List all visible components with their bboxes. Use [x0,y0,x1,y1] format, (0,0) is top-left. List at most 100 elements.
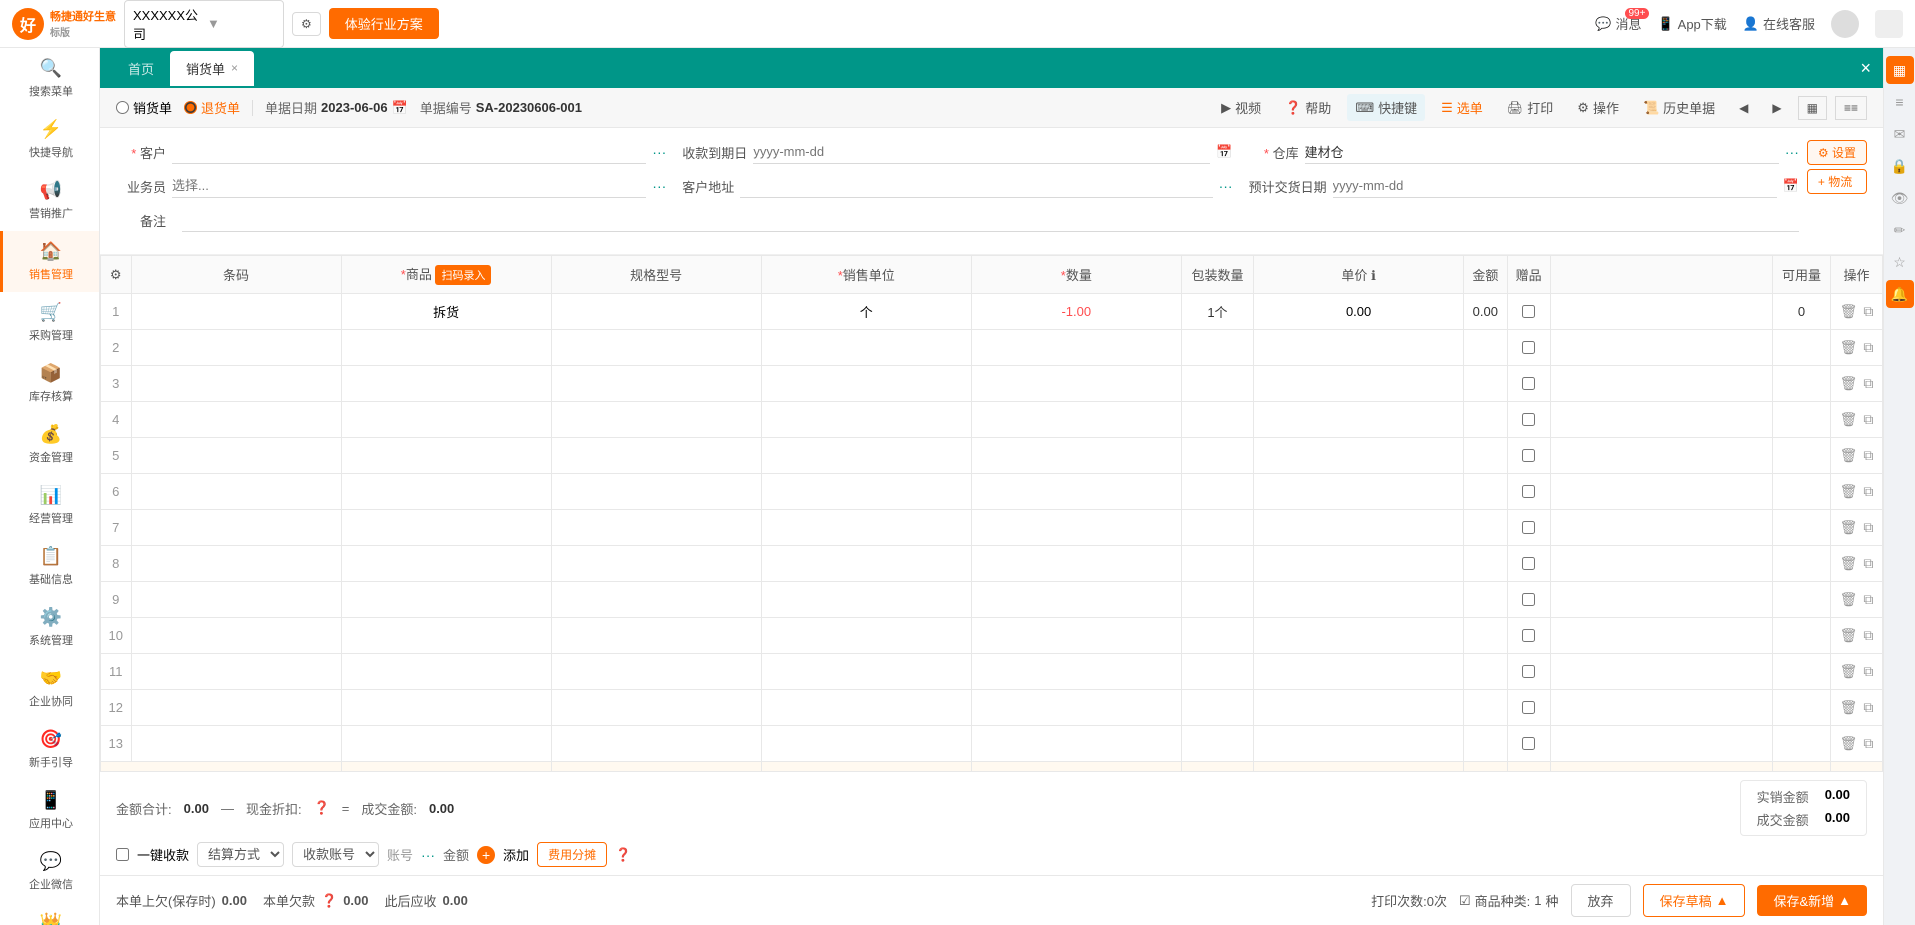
cell-spec[interactable] [551,294,761,330]
cell-barcode[interactable] [131,546,341,582]
cell-quantity[interactable] [971,510,1181,546]
cell-quantity[interactable] [971,726,1181,762]
radio-return-order[interactable]: 退货单 [184,98,240,117]
cell-price[interactable] [1254,618,1464,654]
cell-price[interactable] [1254,402,1464,438]
cell-product[interactable] [341,366,551,402]
address-dots-btn[interactable]: ··· [1219,178,1233,194]
cell-barcode[interactable] [131,330,341,366]
cell-gift[interactable] [1507,294,1550,330]
cell-barcode[interactable] [131,654,341,690]
cell-quantity[interactable] [971,654,1181,690]
copy-row-icon[interactable]: ⧉ [1863,411,1873,428]
sidebar-item-operations[interactable]: 📊 经营管理 [0,475,99,536]
cell-quantity[interactable] [971,402,1181,438]
sidebar-item-purchase[interactable]: 🛒 采购管理 [0,292,99,353]
th-settings[interactable]: ⚙ [101,256,132,294]
cell-gift[interactable] [1507,654,1550,690]
next-btn[interactable]: ▶ [1764,97,1789,119]
cell-barcode[interactable] [131,618,341,654]
cell-gift[interactable] [1507,366,1550,402]
cell-product[interactable] [341,654,551,690]
experience-button[interactable]: 体验行业方案 [329,8,439,39]
cell-barcode[interactable] [131,690,341,726]
cell-gift[interactable] [1507,510,1550,546]
sidebar-item-member[interactable]: 👑 畅会员 [0,902,99,925]
cell-unit[interactable] [761,546,971,582]
payment-date-input[interactable] [753,140,1210,164]
sidebar-item-shortcut[interactable]: ⚡ 快捷导航 [0,109,99,170]
settlement-method-select[interactable]: 结算方式 [197,842,284,867]
grid-view-btn[interactable]: ▦ [1798,96,1827,120]
cell-quantity[interactable] [971,438,1181,474]
warehouse-input[interactable] [1305,140,1779,164]
delete-row-icon[interactable]: 🗑 [1840,303,1858,320]
copy-row-icon[interactable]: ⧉ [1863,339,1873,356]
operation-btn[interactable]: ⚙ 操作 [1569,94,1627,121]
copy-row-icon[interactable]: ⧉ [1863,591,1873,608]
cell-quantity[interactable] [971,582,1181,618]
cell-product[interactable] [341,690,551,726]
customer-input[interactable] [172,140,646,164]
cell-barcode[interactable] [131,582,341,618]
right-panel-alert-icon[interactable]: 🔔 [1886,280,1914,308]
cell-spec[interactable] [551,330,761,366]
delete-row-icon[interactable]: 🗑 [1840,735,1858,752]
help-btn[interactable]: ❓ 帮助 [1277,94,1339,121]
prev-btn[interactable]: ◀ [1731,97,1756,119]
sidebar-item-corp[interactable]: 🤝 企业协同 [0,658,99,719]
video-btn[interactable]: ▶ 视频 [1213,94,1269,121]
cell-barcode[interactable] [131,366,341,402]
cell-product[interactable] [341,582,551,618]
delete-row-icon[interactable]: 🗑 [1840,375,1858,392]
history-btn[interactable]: 📜 历史单据 [1635,94,1723,121]
sidebar-item-search[interactable]: 🔍 搜索菜单 [0,48,99,109]
cell-barcode[interactable] [131,438,341,474]
cell-price[interactable] [1254,546,1464,582]
cell-spec[interactable] [551,438,761,474]
cell-product[interactable] [341,330,551,366]
cell-unit[interactable] [761,438,971,474]
cell-price[interactable] [1254,330,1464,366]
total-owe-help-icon[interactable]: ❓ [321,893,337,909]
cell-spec[interactable] [551,726,761,762]
radio-sales-input[interactable] [116,101,129,114]
right-panel-edit-icon[interactable]: ✏ [1886,216,1914,244]
discount-help-icon[interactable]: ❓ [314,800,330,816]
cell-spec[interactable] [551,654,761,690]
delete-row-icon[interactable]: 🗑 [1840,411,1858,428]
delete-row-icon[interactable]: 🗑 [1840,555,1858,572]
copy-row-icon[interactable]: ⧉ [1863,447,1873,464]
cell-gift[interactable] [1507,438,1550,474]
right-panel-message-icon[interactable]: ✉ [1886,120,1914,148]
cell-gift[interactable] [1507,546,1550,582]
cell-product[interactable] [341,402,551,438]
list-view-btn[interactable]: ≡≡ [1835,96,1867,120]
cell-price[interactable] [1254,726,1464,762]
cell-spec[interactable] [551,402,761,438]
cell-product[interactable] [341,726,551,762]
cell-gift[interactable] [1507,618,1550,654]
sidebar-item-sales[interactable]: 🏠 销售管理 [0,231,99,292]
cell-gift[interactable] [1507,690,1550,726]
tab-close-icon[interactable]: × [231,61,238,75]
cell-product[interactable] [341,510,551,546]
delete-row-icon[interactable]: 🗑 [1840,483,1858,500]
cell-unit[interactable] [761,654,971,690]
cell-gift[interactable] [1507,402,1550,438]
cell-price[interactable] [1254,690,1464,726]
tab-sales-order[interactable]: 销货单 × [170,51,254,86]
setting-button[interactable]: ⚙ 设置 [1807,140,1867,165]
radio-sales-order[interactable]: 销货单 [116,98,172,117]
cell-quantity[interactable] [971,474,1181,510]
delete-row-icon[interactable]: 🗑 [1840,447,1858,464]
delete-row-icon[interactable]: 🗑 [1840,339,1858,356]
discard-button[interactable]: 放弃 [1571,884,1631,917]
address-input[interactable] [740,174,1212,198]
delete-row-icon[interactable]: 🗑 [1840,663,1858,680]
cell-spec[interactable] [551,546,761,582]
shortcut-btn[interactable]: ⌨ 快捷键 [1347,94,1425,121]
sidebar-item-finance[interactable]: 💰 资金管理 [0,414,99,475]
product-type-icon[interactable]: ☑ [1459,893,1471,909]
cell-unit[interactable] [761,582,971,618]
